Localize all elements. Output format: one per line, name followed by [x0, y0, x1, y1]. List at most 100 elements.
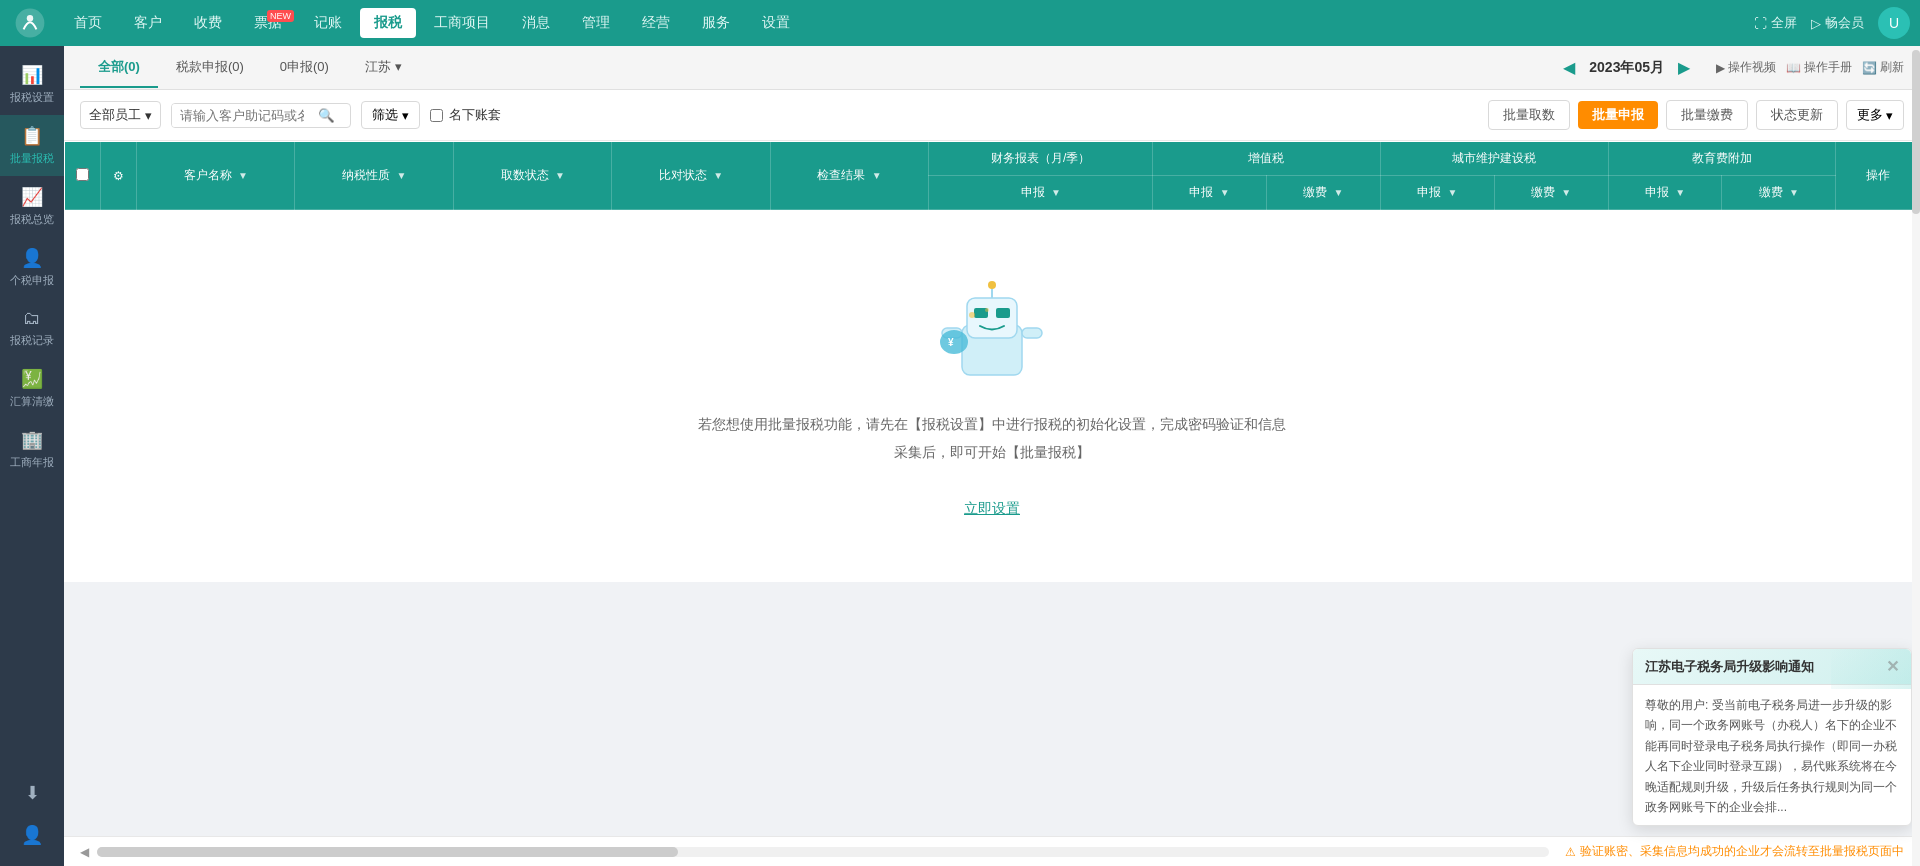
toolbar: 全部员工 ▾ 🔍 筛选 ▾ 名下账套 批量取数 批量申报 批量缴费 状态更新 更… — [64, 90, 1920, 141]
period-text: 2023年05月 — [1589, 59, 1664, 77]
nav-item-首页[interactable]: 首页 — [60, 8, 116, 38]
tab-item-2[interactable]: 0申报(0) — [262, 48, 347, 88]
nav-item-服务[interactable]: 服务 — [688, 8, 744, 38]
tab-action-icon-2: 🔄 — [1862, 61, 1877, 75]
sidebar-item-6[interactable]: 🏢工商年报 — [0, 419, 64, 480]
sidebar-icon-4: 🗂 — [23, 308, 41, 329]
col-vat-pay: 缴费 ▼ — [1266, 176, 1380, 210]
nav-item-管理[interactable]: 管理 — [568, 8, 624, 38]
empty-message: 若您想使用批量报税功能，请先在【报税设置】中进行报税的初始化设置，完成密码验证和… — [692, 410, 1292, 466]
tab-item-3[interactable]: 江苏 ▾ — [347, 48, 420, 88]
more-label: 更多 — [1857, 106, 1883, 124]
nav-item-经营[interactable]: 经营 — [628, 8, 684, 38]
sidebar-item-3[interactable]: 👤个税申报 — [0, 237, 64, 298]
bottom-bar: ◀ ⚠ 验证账密、采集信息均成功的企业才会流转至批量报税页面中 — [64, 836, 1920, 866]
svg-point-12 — [969, 312, 975, 318]
app-logo[interactable] — [10, 3, 50, 43]
search-input[interactable] — [172, 104, 312, 127]
sidebar-icon-6: 🏢 — [21, 429, 43, 451]
setup-link[interactable]: 立即设置 — [964, 494, 1020, 522]
batch-pay-button[interactable]: 批量缴费 — [1666, 100, 1748, 130]
col-group-city-tax: 城市维护建设税 — [1380, 142, 1608, 176]
sidebar: 📊报税设置 📋 批量报税 📈报税总览👤个税申报🗂报税记录💹汇算清缴🏢工商年报 ⬇👤 — [0, 46, 64, 866]
member-button[interactable]: ▷ 畅会员 — [1811, 14, 1864, 32]
tab-action-2[interactable]: 🔄刷新 — [1862, 59, 1904, 76]
col-edu-pay: 缴费 ▼ — [1722, 176, 1836, 210]
table-wrap: ⚙ 客户名称 ▼ 纳税性质 ▼ 取数状态 ▼ 比对状态 ▼ 检查结果 ▼ — [64, 141, 1920, 582]
sidebar-icon-1: 📋 — [21, 125, 43, 147]
sidebar-label-3: 个税申报 — [10, 273, 54, 288]
top-nav: 首页客户收费票据NEW记账报税工商项目消息管理经营服务设置 ⛶ 全屏 ▷ 畅会员… — [0, 0, 1920, 46]
period-next-button[interactable]: ▶ — [1672, 56, 1696, 79]
nav-item-报税[interactable]: 报税 — [360, 8, 416, 38]
svg-rect-5 — [996, 308, 1010, 318]
tab-action-label-1: 操作手册 — [1804, 59, 1852, 76]
account-checkbox[interactable] — [430, 109, 443, 122]
chevron-down-icon: ▾ — [402, 108, 409, 123]
sidebar-item-0[interactable]: 📊报税设置 — [0, 54, 64, 115]
status-update-button[interactable]: 状态更新 — [1756, 100, 1838, 130]
fullscreen-icon: ⛶ — [1754, 16, 1767, 31]
batch-fetch-button[interactable]: 批量取数 — [1488, 100, 1570, 130]
scroll-left-btn[interactable]: ◀ — [80, 845, 89, 859]
nav-item-工商项目[interactable]: 工商项目 — [420, 8, 504, 38]
svg-text:¥: ¥ — [948, 337, 954, 348]
warning-icon: ⚠ — [1565, 845, 1576, 859]
nav-item-客户[interactable]: 客户 — [120, 8, 176, 38]
fullscreen-button[interactable]: ⛶ 全屏 — [1754, 14, 1797, 32]
svg-point-13 — [985, 308, 989, 312]
col-city-pay: 缴费 ▼ — [1494, 176, 1608, 210]
tab-action-1[interactable]: 📖操作手册 — [1786, 59, 1852, 76]
nav-item-记账[interactable]: 记账 — [300, 8, 356, 38]
chevron-down-icon: ▾ — [1886, 108, 1893, 123]
right-scrollbar[interactable] — [1912, 46, 1920, 866]
account-checkbox-label[interactable]: 名下账套 — [430, 106, 501, 124]
col-compare-status: 比对状态 ▼ — [612, 142, 770, 210]
tab-item-0[interactable]: 全部(0) — [80, 48, 158, 88]
filter-button[interactable]: 筛选 ▾ — [361, 101, 420, 129]
sidebar-label-5: 汇算清缴 — [10, 394, 54, 409]
nav-item-票据[interactable]: 票据NEW — [240, 8, 296, 38]
col-tax-nature: 纳税性质 ▼ — [295, 142, 453, 210]
nav-item-消息[interactable]: 消息 — [508, 8, 564, 38]
tab-bar: 全部(0)税款申报(0)0申报(0)江苏 ▾ ◀ 2023年05月 ▶ ▶操作视… — [64, 46, 1920, 90]
sidebar-label-0: 报税设置 — [10, 90, 54, 105]
empty-state: ¥ 若您想使用批量报税功能，请先在【报税设置】中进行报税的初始化设置，完成密码验… — [65, 210, 1920, 582]
search-button[interactable]: 🔍 — [312, 104, 341, 127]
employee-select[interactable]: 全部员工 ▾ — [80, 101, 161, 129]
nav-item-收费[interactable]: 收费 — [180, 8, 236, 38]
fullscreen-label: 全屏 — [1771, 14, 1797, 32]
batch-declare-button[interactable]: 批量申报 — [1578, 101, 1658, 129]
scroll-track[interactable] — [97, 847, 1549, 857]
sidebar-label-1: 批量报税 — [10, 151, 54, 166]
warning-message: ⚠ 验证账密、采集信息均成功的企业才会流转至批量报税页面中 — [1565, 843, 1904, 860]
notif-decoration — [1831, 649, 1911, 689]
tab-action-0[interactable]: ▶操作视频 — [1716, 59, 1776, 76]
scroll-thumb — [97, 847, 678, 857]
nav-item-设置[interactable]: 设置 — [748, 8, 804, 38]
avatar[interactable]: U — [1878, 7, 1910, 39]
notif-body: 尊敬的用户: 受当前电子税务局进一步升级的影响，同一个政务网账号（办税人）名下的… — [1633, 685, 1911, 825]
tab-item-1[interactable]: 税款申报(0) — [158, 48, 262, 88]
more-button[interactable]: 更多 ▾ — [1846, 100, 1904, 130]
notif-title: 江苏电子税务局升级影响通知 — [1645, 658, 1814, 676]
col-group-financial: 财务报表（月/季） — [929, 142, 1153, 176]
period-nav: ◀ 2023年05月 ▶ — [1557, 56, 1696, 79]
scrollbar-thumb — [1912, 50, 1920, 214]
tab-action-icon-0: ▶ — [1716, 61, 1725, 75]
col-operation: 操作 — [1836, 142, 1920, 210]
employee-select-label: 全部员工 — [89, 106, 141, 124]
sidebar-item-5[interactable]: 💹汇算清缴 — [0, 358, 64, 419]
period-prev-button[interactable]: ◀ — [1557, 56, 1581, 79]
select-all-checkbox[interactable] — [76, 168, 89, 181]
sidebar-item-1[interactable]: 📋 批量报税 — [0, 115, 64, 176]
col-financial-declare: 申报 ▼ — [929, 176, 1153, 210]
sidebar-item-4[interactable]: 🗂报税记录 — [0, 298, 64, 358]
tab-actions: ▶操作视频 📖操作手册 🔄刷新 — [1716, 59, 1904, 76]
svg-point-7 — [988, 281, 996, 289]
sidebar-bottom-item-1[interactable]: 👤 — [17, 814, 47, 856]
sidebar-bottom-item-0[interactable]: ⬇ — [17, 772, 47, 814]
checkbox-text: 名下账套 — [449, 106, 501, 124]
sidebar-item-2[interactable]: 📈报税总览 — [0, 176, 64, 237]
warning-text: 验证账密、采集信息均成功的企业才会流转至批量报税页面中 — [1580, 843, 1904, 860]
